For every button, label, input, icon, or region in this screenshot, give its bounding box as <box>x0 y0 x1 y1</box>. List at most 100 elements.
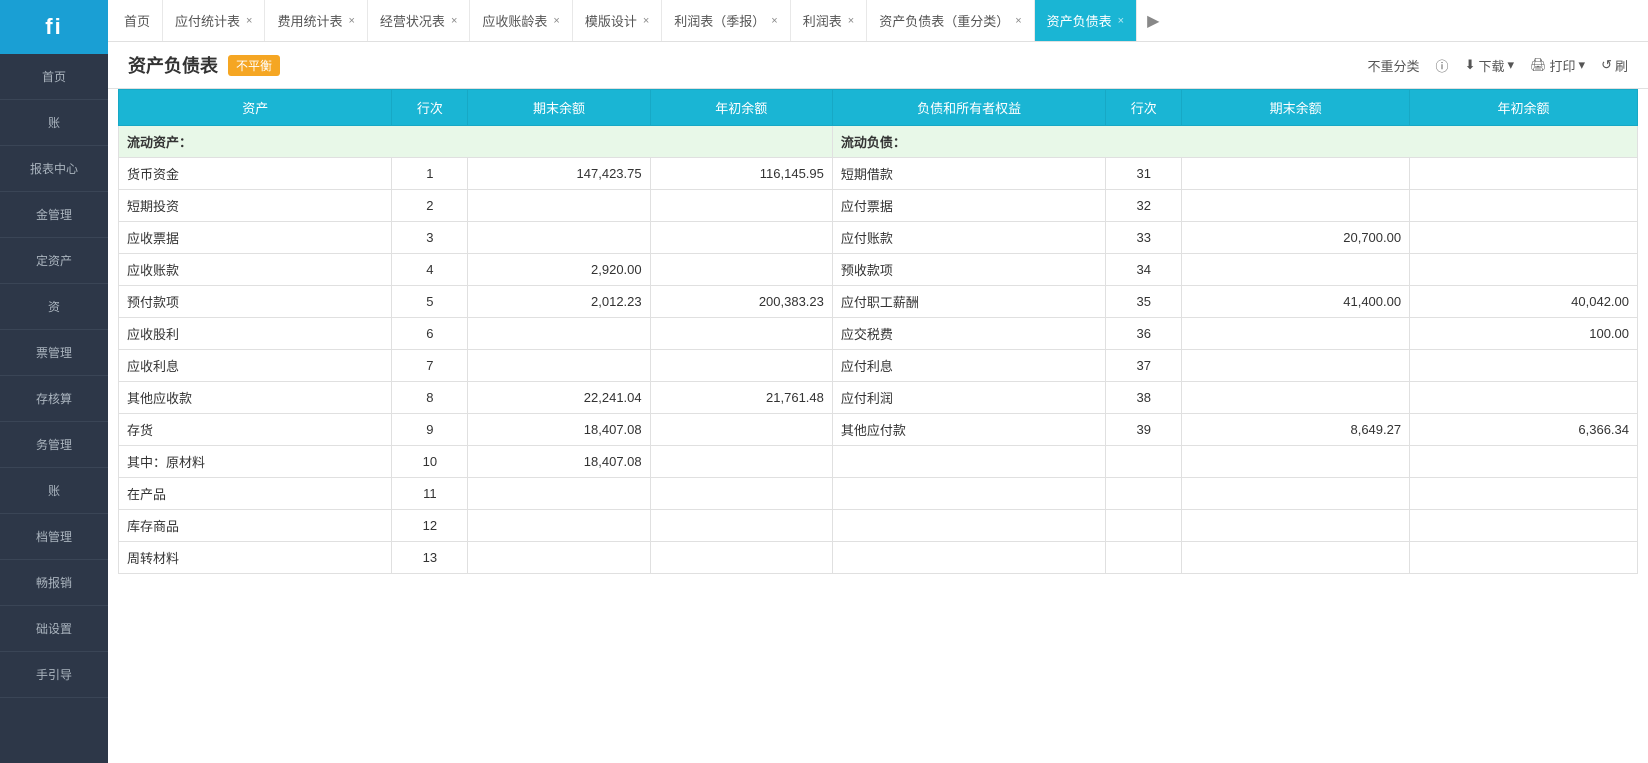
tab-close-应付统计表[interactable]: × <box>246 15 252 27</box>
period-end-value <box>468 510 650 542</box>
row-num: 6 <box>392 318 468 350</box>
asset-label: 应收利息 <box>119 350 392 382</box>
asset-label: 短期投资 <box>119 190 392 222</box>
sidebar-item-home[interactable]: 首页 <box>0 54 108 100</box>
right-row-num <box>1106 510 1182 542</box>
page-title: 资产负债表 <box>128 52 218 78</box>
asset-label: 库存商品 <box>119 510 392 542</box>
table-row: 应收股利 6 应交税费 36 100.00 <box>119 318 1638 350</box>
row-num: 7 <box>392 350 468 382</box>
main-content: 首页应付统计表×费用统计表×经营状况表×应收账龄表×模版设计×利润表（季报）×利… <box>108 0 1648 763</box>
sidebar-item-basic-settings[interactable]: 础设置 <box>0 606 108 652</box>
tab-close-费用统计表[interactable]: × <box>348 15 354 27</box>
row-num: 13 <box>392 542 468 574</box>
print-button[interactable]: 🖨 打印 ▾ <box>1530 56 1585 75</box>
tab-close-利润表（季报）[interactable]: × <box>771 15 777 27</box>
tab-close-应收账龄表[interactable]: × <box>553 15 559 27</box>
table-row: 流动资产： 流动负债： <box>119 126 1638 158</box>
sidebar-item-capital[interactable]: 资 <box>0 284 108 330</box>
tab-利润表[interactable]: 利润表× <box>791 0 867 42</box>
right-period-end <box>1182 158 1410 190</box>
col-year-start: 年初余额 <box>650 90 832 126</box>
tab-close-资产负债表（重分类）[interactable]: × <box>1015 15 1021 27</box>
right-year-start <box>1410 510 1638 542</box>
tab-scroll-right[interactable]: ▶ <box>1137 11 1169 31</box>
sidebar-item-report-center[interactable]: 报表中心 <box>0 146 108 192</box>
section-left-label: 流动资产： <box>119 126 833 158</box>
year-start-value <box>650 478 832 510</box>
tab-close-模版设计[interactable]: × <box>643 15 649 27</box>
sidebar-item-fixed-assets[interactable]: 定资产 <box>0 238 108 284</box>
table-row: 货币资金 1 147,423.75 116,145.95 短期借款 31 <box>119 158 1638 190</box>
period-end-value <box>468 190 650 222</box>
period-end-value <box>468 350 650 382</box>
help-icon[interactable]: ⓘ <box>1436 56 1449 75</box>
right-year-start <box>1410 382 1638 414</box>
sidebar-item-expense[interactable]: 畅报销 <box>0 560 108 606</box>
year-start-value <box>650 222 832 254</box>
row-num: 1 <box>392 158 468 190</box>
table-row: 其中：原材料 10 18,407.08 <box>119 446 1638 478</box>
sidebar-item-tax-mgmt[interactable]: 务管理 <box>0 422 108 468</box>
asset-label: 应收股利 <box>119 318 392 350</box>
tab-应付统计表[interactable]: 应付统计表× <box>163 0 265 42</box>
row-num: 8 <box>392 382 468 414</box>
right-year-start <box>1410 254 1638 286</box>
tab-应收账龄表[interactable]: 应收账龄表× <box>470 0 572 42</box>
row-num: 4 <box>392 254 468 286</box>
sidebar-item-account[interactable]: 账 <box>0 100 108 146</box>
balance-table: 资产 行次 期末余额 年初余额 负债和所有者权益 行次 期末余额 年初余额 流动… <box>118 89 1638 574</box>
tab-首页[interactable]: 首页 <box>112 0 163 42</box>
sidebar-item-guide[interactable]: 手引导 <box>0 652 108 698</box>
tab-资产负债表[interactable]: 资产负债表× <box>1035 0 1137 42</box>
table-row: 短期投资 2 应付票据 32 <box>119 190 1638 222</box>
right-period-end: 20,700.00 <box>1182 222 1410 254</box>
tab-close-经营状况表[interactable]: × <box>451 15 457 27</box>
classify-button[interactable]: 不重分类 <box>1368 56 1420 75</box>
right-row-num: 38 <box>1106 382 1182 414</box>
header-actions: 不重分类 ⓘ ⬇ 下载 ▾ 🖨 打印 ▾ ↺ 刷 <box>1368 56 1628 75</box>
liab-label <box>832 478 1105 510</box>
refresh-button[interactable]: ↺ 刷 <box>1601 56 1628 75</box>
right-year-start <box>1410 190 1638 222</box>
table-row: 应收账款 4 2,920.00 预收款项 34 <box>119 254 1638 286</box>
table-row: 应收票据 3 应付账款 33 20,700.00 <box>119 222 1638 254</box>
row-num: 9 <box>392 414 468 446</box>
tab-close-资产负债表[interactable]: × <box>1118 15 1124 27</box>
right-period-end: 8,649.27 <box>1182 414 1410 446</box>
table-row: 预付款项 5 2,012.23 200,383.23 应付职工薪酬 35 41,… <box>119 286 1638 318</box>
row-num: 12 <box>392 510 468 542</box>
liab-label: 应付职工薪酬 <box>832 286 1105 318</box>
download-button[interactable]: ⬇ 下载 ▾ <box>1465 56 1514 75</box>
tab-经营状况表[interactable]: 经营状况表× <box>368 0 470 42</box>
right-row-num: 34 <box>1106 254 1182 286</box>
sidebar-item-file-mgmt[interactable]: 档管理 <box>0 514 108 560</box>
tab-利润表（季报）[interactable]: 利润表（季报）× <box>662 0 790 42</box>
tab-资产负债表（重分类）[interactable]: 资产负债表（重分类）× <box>867 0 1034 42</box>
year-start-value <box>650 414 832 446</box>
tab-费用统计表[interactable]: 费用统计表× <box>265 0 367 42</box>
right-row-num: 31 <box>1106 158 1182 190</box>
tab-模版设计[interactable]: 模版设计× <box>573 0 662 42</box>
year-start-value: 21,761.48 <box>650 382 832 414</box>
liab-label: 其他应付款 <box>832 414 1105 446</box>
table-row: 在产品 11 <box>119 478 1638 510</box>
liab-label: 应付利润 <box>832 382 1105 414</box>
year-start-value: 200,383.23 <box>650 286 832 318</box>
right-row-num <box>1106 542 1182 574</box>
sidebar-item-bill-mgmt[interactable]: 票管理 <box>0 330 108 376</box>
liab-label <box>832 542 1105 574</box>
right-year-start: 6,366.34 <box>1410 414 1638 446</box>
right-row-num: 36 <box>1106 318 1182 350</box>
sidebar-item-inventory[interactable]: 存核算 <box>0 376 108 422</box>
sidebar-item-fund-mgmt[interactable]: 金管理 <box>0 192 108 238</box>
tab-close-利润表[interactable]: × <box>848 15 854 27</box>
year-start-value <box>650 510 832 542</box>
liab-label: 应付票据 <box>832 190 1105 222</box>
year-start-value <box>650 542 832 574</box>
sidebar-item-ledger[interactable]: 账 <box>0 468 108 514</box>
liab-label <box>832 446 1105 478</box>
period-end-value: 18,407.08 <box>468 414 650 446</box>
year-start-value <box>650 254 832 286</box>
right-year-start <box>1410 222 1638 254</box>
